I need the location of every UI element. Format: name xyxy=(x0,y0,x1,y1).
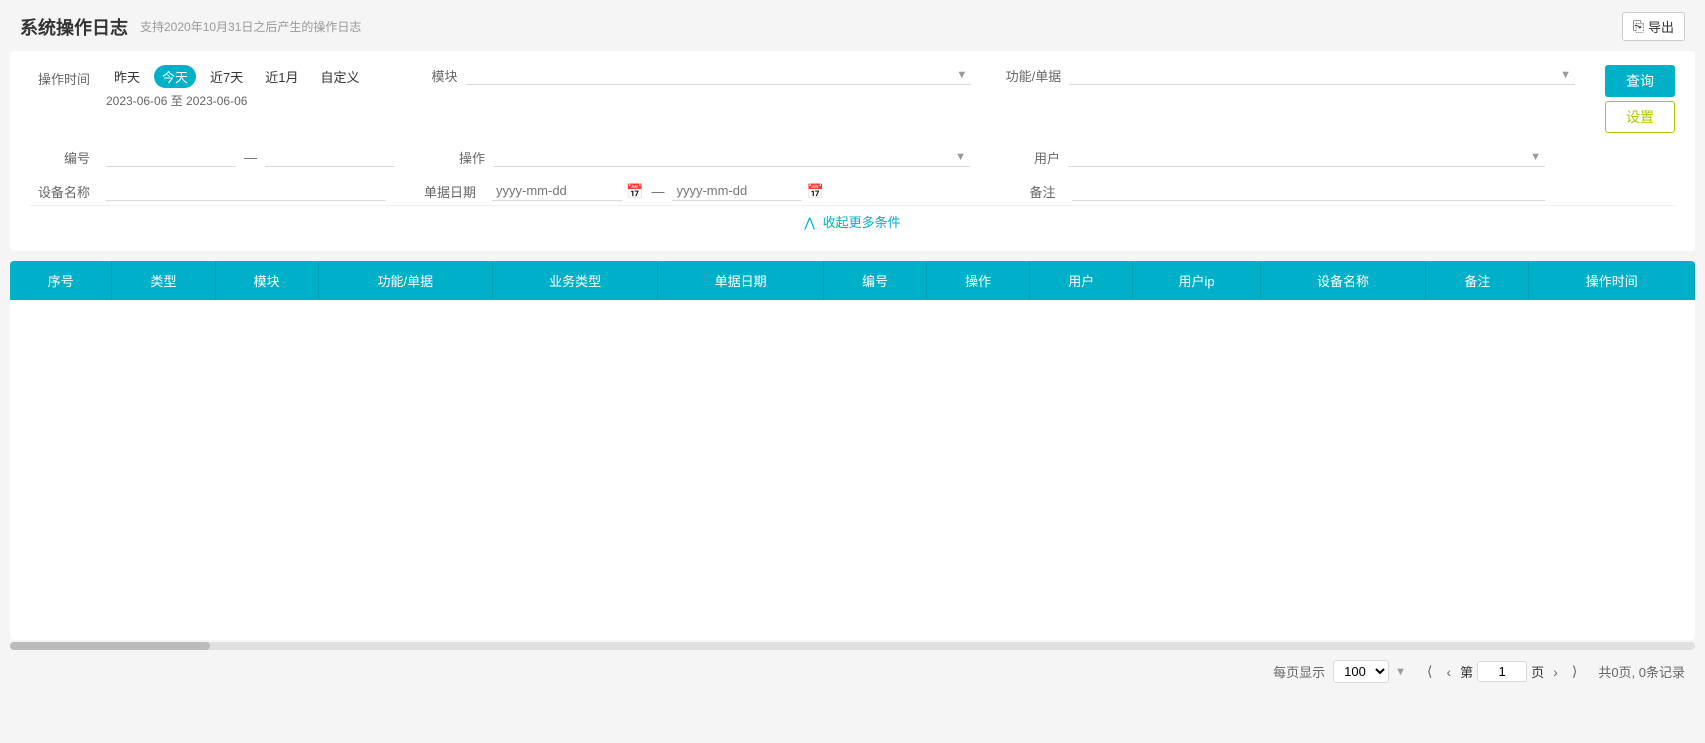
user-select[interactable] xyxy=(1068,147,1545,167)
remark-label: 备注 xyxy=(996,182,1056,201)
remark-input[interactable] xyxy=(1072,181,1546,201)
col-device: 设备名称 xyxy=(1260,261,1426,300)
code-to-input[interactable] xyxy=(265,147,395,167)
time-option-7days[interactable]: 近7天 xyxy=(202,65,251,88)
device-input[interactable] xyxy=(106,181,386,201)
col-module: 模块 xyxy=(215,261,318,300)
time-option-custom[interactable]: 自定义 xyxy=(313,65,368,88)
page-subtitle: 支持2020年10月31日之后产生的操作日志 xyxy=(140,18,361,35)
scrollbar-area[interactable] xyxy=(10,640,1695,652)
time-label: 操作时间 xyxy=(30,69,90,88)
time-option-yesterday[interactable]: 昨天 xyxy=(106,65,148,88)
collapse-bar[interactable]: ⋀ 收起更多条件 xyxy=(30,205,1675,237)
date-to-calendar-icon[interactable]: 📅 xyxy=(806,183,823,200)
action-buttons: 查询 设置 xyxy=(1605,65,1675,133)
settings-button[interactable]: 设置 xyxy=(1605,101,1675,133)
function-label: 功能/单据 xyxy=(1001,66,1061,85)
pagination-bar: 每页显示 100 50 200 ▼ ⟨ ‹ 第 页 › ⟩ 共0页, 0条记录 xyxy=(0,652,1705,691)
col-date: 单据日期 xyxy=(658,261,824,300)
page-navigation: ⟨ ‹ 第 页 › ⟩ xyxy=(1422,661,1582,682)
date-to-input[interactable] xyxy=(672,181,802,201)
operation-label: 操作 xyxy=(425,148,485,167)
last-page-button[interactable]: ⟩ xyxy=(1567,661,1582,682)
code-from-input[interactable] xyxy=(106,147,236,167)
filter-area: 操作时间 昨天 今天 近7天 近1月 自定义 2023-06-06 至 2023… xyxy=(10,51,1695,251)
date-from-calendar-icon[interactable]: 📅 xyxy=(626,183,643,200)
first-page-button[interactable]: ⟨ xyxy=(1422,661,1437,682)
scrollbar-thumb[interactable] xyxy=(10,642,210,650)
prev-page-button[interactable]: ‹ xyxy=(1441,662,1456,682)
page-suffix: 页 xyxy=(1531,662,1544,681)
date-dash: — xyxy=(651,184,664,199)
collapse-text: 收起更多条件 xyxy=(823,215,901,230)
next-page-button[interactable]: › xyxy=(1548,662,1563,682)
col-remark: 备注 xyxy=(1426,261,1529,300)
export-button[interactable]: ⎘ 导出 xyxy=(1622,12,1685,41)
page-number-input[interactable] xyxy=(1477,661,1527,682)
date-label: 单据日期 xyxy=(416,182,476,201)
page-size-select[interactable]: 100 50 200 xyxy=(1333,660,1389,683)
table-wrapper: 序号 类型 模块 功能/单据 业务类型 单据日期 编号 操作 用户 用户ip 设… xyxy=(10,261,1695,640)
page-size-label: 每页显示 xyxy=(1273,662,1325,681)
export-icon: ⎘ xyxy=(1633,18,1644,35)
page-header: 系统操作日志 支持2020年10月31日之后产生的操作日志 ⎘ 导出 xyxy=(0,0,1705,41)
export-label: 导出 xyxy=(1648,17,1674,36)
code-dash: — xyxy=(244,150,257,165)
time-range: 2023-06-06 至 2023-06-06 xyxy=(106,92,368,109)
scrollbar-track[interactable] xyxy=(10,642,1695,650)
time-options: 昨天 今天 近7天 近1月 自定义 xyxy=(106,65,368,88)
col-function: 功能/单据 xyxy=(318,261,492,300)
query-button[interactable]: 查询 xyxy=(1605,65,1675,97)
page-size-chevron-icon: ▼ xyxy=(1395,666,1406,678)
module-select[interactable] xyxy=(466,65,972,85)
time-option-today[interactable]: 今天 xyxy=(154,65,196,88)
col-op-time: 操作时间 xyxy=(1529,261,1695,300)
table-header-row: 序号 类型 模块 功能/单据 业务类型 单据日期 编号 操作 用户 用户ip 设… xyxy=(10,261,1695,300)
function-select[interactable] xyxy=(1069,65,1575,85)
col-biz-type: 业务类型 xyxy=(492,261,658,300)
page-title: 系统操作日志 xyxy=(20,14,128,40)
module-label: 模块 xyxy=(398,66,458,85)
page-label: 第 xyxy=(1460,662,1473,681)
col-ip: 用户ip xyxy=(1133,261,1260,300)
table-empty-area xyxy=(10,300,1695,640)
collapse-icon: ⋀ xyxy=(804,215,815,230)
code-label: 编号 xyxy=(30,148,90,167)
col-code: 编号 xyxy=(823,261,926,300)
col-seq: 序号 xyxy=(10,261,112,300)
device-label: 设备名称 xyxy=(30,182,90,201)
col-type: 类型 xyxy=(112,261,215,300)
data-table: 序号 类型 模块 功能/单据 业务类型 单据日期 编号 操作 用户 用户ip 设… xyxy=(10,261,1695,300)
time-option-1month[interactable]: 近1月 xyxy=(257,65,306,88)
col-user: 用户 xyxy=(1030,261,1133,300)
user-label: 用户 xyxy=(1000,148,1060,167)
date-from-input[interactable] xyxy=(492,181,622,201)
operation-select[interactable] xyxy=(493,147,970,167)
col-operation: 操作 xyxy=(927,261,1030,300)
page-total: 共0页, 0条记录 xyxy=(1598,662,1685,681)
